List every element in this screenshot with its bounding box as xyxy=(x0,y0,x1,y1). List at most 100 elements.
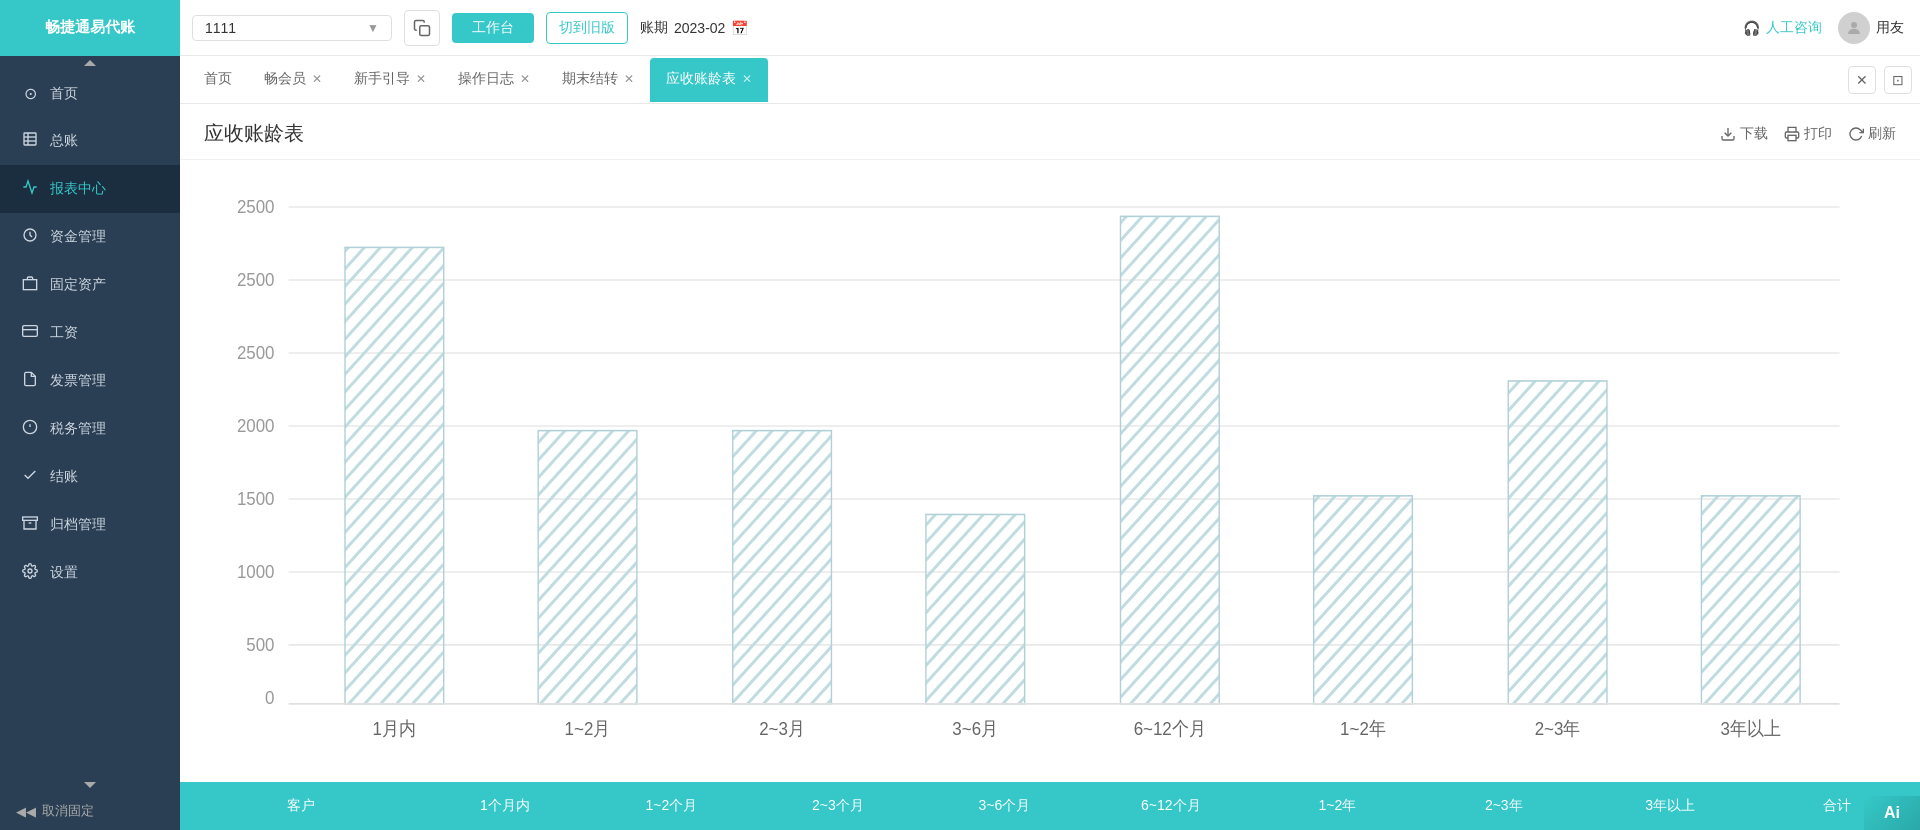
sidebar-item-label: 发票管理 xyxy=(50,372,106,390)
table-header: 客户 1个月内 1~2个月 2~3个月 3~6个月 6~12个月 xyxy=(180,782,1920,830)
svg-text:1500: 1500 xyxy=(237,488,275,509)
tab-yearend[interactable]: 期末结转 ✕ xyxy=(546,58,650,102)
sidebar-item-settings[interactable]: 设置 xyxy=(0,549,180,597)
period-value: 2023-02 xyxy=(674,20,725,36)
avatar xyxy=(1838,12,1870,44)
tab-guide[interactable]: 新手引导 ✕ xyxy=(338,58,442,102)
sidebar-item-home[interactable]: ⊙ 首页 xyxy=(0,70,180,117)
col-3-6month: 3~6个月 xyxy=(921,797,1087,815)
copy-icon-btn[interactable] xyxy=(404,10,440,46)
svg-text:2500: 2500 xyxy=(237,342,275,363)
page-actions: 下载 打印 刷新 xyxy=(1720,125,1896,143)
page-header: 应收账龄表 下载 打印 刷新 xyxy=(180,104,1920,160)
print-label: 打印 xyxy=(1804,125,1832,143)
download-button[interactable]: 下载 xyxy=(1720,125,1768,143)
sidebar-item-salary[interactable]: 工资 xyxy=(0,309,180,357)
svg-text:2~3月: 2~3月 xyxy=(759,718,805,739)
expand-tab-btn[interactable]: ⊡ xyxy=(1884,66,1912,94)
header-right: 🎧 人工咨询 用友 xyxy=(1743,12,1904,44)
col-6-12month: 6~12个月 xyxy=(1088,797,1254,815)
chart-container: 2500 2500 2500 2000 1500 1000 500 0 xyxy=(204,176,1896,766)
tab-close-icon[interactable]: ✕ xyxy=(312,72,322,86)
switch-version-button[interactable]: 切到旧版 xyxy=(546,12,628,44)
bar-6-12月 xyxy=(1121,216,1220,704)
sidebar-item-label: 资金管理 xyxy=(50,228,106,246)
bar-2-3月 xyxy=(733,431,832,704)
calendar-icon[interactable]: 📅 xyxy=(731,20,748,36)
tab-close-icon[interactable]: ✕ xyxy=(742,72,752,86)
svg-text:1~2月: 1~2月 xyxy=(565,718,611,739)
archive-icon xyxy=(20,515,40,535)
bar-1-2月 xyxy=(538,431,637,704)
sidebar-item-funds[interactable]: 资金管理 xyxy=(0,213,180,261)
sidebar-item-tax[interactable]: 税务管理 xyxy=(0,405,180,453)
ai-badge[interactable]: Ai xyxy=(1864,796,1920,830)
cancel-pin-button[interactable]: ◀◀ 取消固定 xyxy=(0,792,180,830)
svg-rect-0 xyxy=(420,25,430,35)
print-button[interactable]: 打印 xyxy=(1784,125,1832,143)
assets-icon xyxy=(20,275,40,295)
content-area: 首页 畅会员 ✕ 新手引导 ✕ 操作日志 ✕ 期末结转 ✕ 应收账龄表 ✕ xyxy=(180,56,1920,830)
col-customer: 客户 xyxy=(180,797,422,815)
tabs-actions: ✕ ⊡ xyxy=(1848,66,1912,94)
sidebar-item-checkout[interactable]: 结账 xyxy=(0,453,180,501)
home-icon: ⊙ xyxy=(20,84,40,103)
col-3year-plus: 3年以上 xyxy=(1587,797,1753,815)
main-layout: ⊙ 首页 总账 报表中心 资金管理 固定资产 xyxy=(0,56,1920,830)
close-tab-btn[interactable]: ✕ xyxy=(1848,66,1876,94)
consult-button[interactable]: 🎧 人工咨询 xyxy=(1743,19,1822,37)
tab-close-icon[interactable]: ✕ xyxy=(624,72,634,86)
salary-icon xyxy=(20,323,40,343)
bar-1月内 xyxy=(345,247,444,703)
tab-close-icon[interactable]: ✕ xyxy=(520,72,530,86)
svg-text:3年以上: 3年以上 xyxy=(1720,718,1781,739)
funds-icon xyxy=(20,227,40,247)
sidebar-item-assets[interactable]: 固定资产 xyxy=(0,261,180,309)
sidebar-item-label: 归档管理 xyxy=(50,516,106,534)
tab-oplog[interactable]: 操作日志 ✕ xyxy=(442,58,546,102)
logo-text: 畅捷通易代账 xyxy=(45,18,135,37)
ledger-icon xyxy=(20,131,40,151)
refresh-icon xyxy=(1848,126,1864,142)
svg-text:2~3年: 2~3年 xyxy=(1535,718,1581,739)
user-area[interactable]: 用友 xyxy=(1838,12,1904,44)
sidebar-item-ledger[interactable]: 总账 xyxy=(0,117,180,165)
svg-rect-7 xyxy=(23,280,36,290)
refresh-button[interactable]: 刷新 xyxy=(1848,125,1896,143)
tab-close-icon[interactable]: ✕ xyxy=(416,72,426,86)
col-1-2month: 1~2个月 xyxy=(588,797,754,815)
consult-label: 人工咨询 xyxy=(1766,19,1822,37)
svg-rect-8 xyxy=(23,326,38,337)
sidebar-item-archive[interactable]: 归档管理 xyxy=(0,501,180,549)
tab-member[interactable]: 畅会员 ✕ xyxy=(248,58,338,102)
reports-icon xyxy=(20,179,40,199)
svg-text:6~12个月: 6~12个月 xyxy=(1134,718,1206,739)
checkout-icon xyxy=(20,467,40,487)
period-area: 账期 2023-02 📅 xyxy=(640,19,748,37)
sidebar-item-label: 税务管理 xyxy=(50,420,106,438)
page-title: 应收账龄表 xyxy=(204,120,304,147)
period-label: 账期 xyxy=(640,19,668,37)
scroll-down-indicator[interactable] xyxy=(0,778,180,792)
svg-rect-17 xyxy=(1788,135,1796,140)
tab-label: 新手引导 xyxy=(354,70,410,88)
top-header: 畅捷通易代账 1111 ▼ 工作台 切到旧版 账期 2023-02 📅 🎧 人工… xyxy=(0,0,1920,56)
tab-aging[interactable]: 应收账龄表 ✕ xyxy=(650,58,768,102)
download-icon xyxy=(1720,126,1736,142)
sidebar-item-reports[interactable]: 报表中心 xyxy=(0,165,180,213)
print-icon xyxy=(1784,126,1800,142)
refresh-label: 刷新 xyxy=(1868,125,1896,143)
col-1-2year: 1~2年 xyxy=(1254,797,1420,815)
headset-icon: 🎧 xyxy=(1743,20,1760,36)
scroll-up-indicator[interactable] xyxy=(0,56,180,70)
tab-home[interactable]: 首页 xyxy=(188,58,248,102)
tabs-bar: 首页 畅会员 ✕ 新手引导 ✕ 操作日志 ✕ 期末结转 ✕ 应收账龄表 ✕ xyxy=(180,56,1920,104)
company-selector[interactable]: 1111 ▼ xyxy=(192,15,392,41)
user-name: 用友 xyxy=(1876,19,1904,37)
svg-rect-13 xyxy=(23,517,38,520)
col-2-3year: 2~3年 xyxy=(1421,797,1587,815)
svg-text:2500: 2500 xyxy=(237,197,275,218)
workbench-button[interactable]: 工作台 xyxy=(452,13,534,43)
svg-text:3~6月: 3~6月 xyxy=(952,718,998,739)
sidebar-item-invoice[interactable]: 发票管理 xyxy=(0,357,180,405)
